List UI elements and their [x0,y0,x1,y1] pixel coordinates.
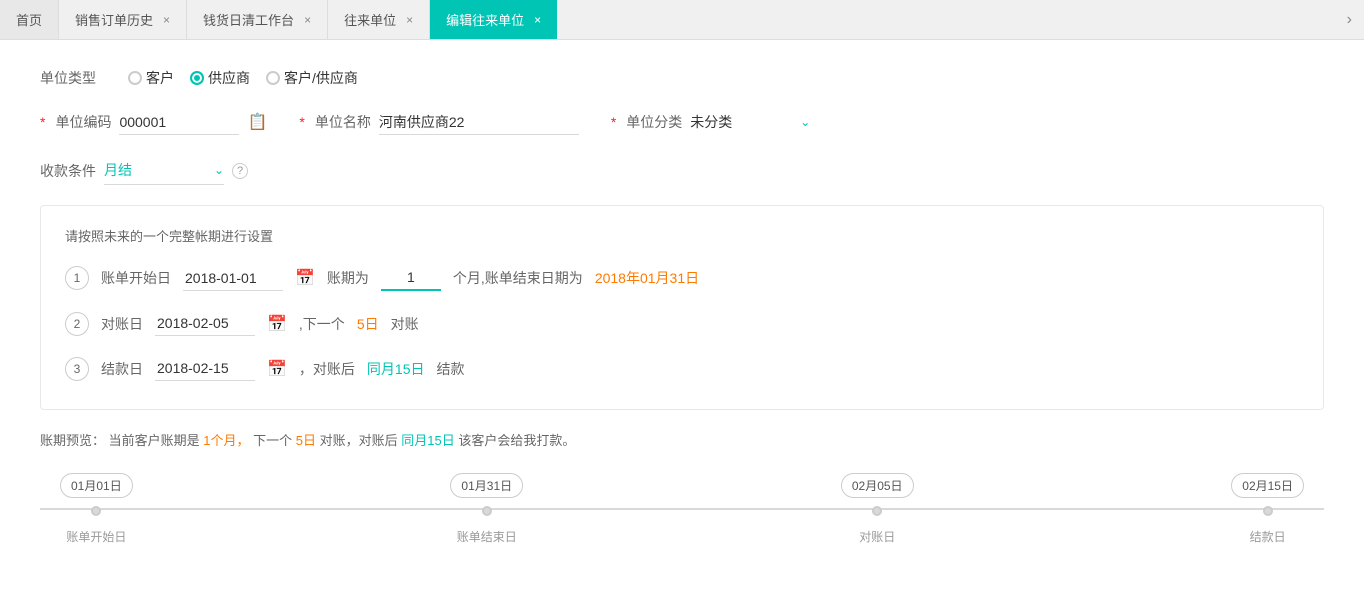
unit-code-input[interactable] [119,110,239,135]
tab-bar: 首页 销售订单历史 × 钱货日清工作台 × 往来单位 × 编辑往来单位 × › [0,0,1364,40]
timeline-badge-2: 01月31日 [450,473,523,498]
payment-terms-row: 收款条件 月结 ⌄ ? [40,156,1324,185]
timeline-node-1 [91,506,101,516]
payment-terms-arrow-icon: ⌄ [214,163,224,177]
timeline-label-2: 账单结束日 [457,528,517,545]
tab-cash-work-close[interactable]: × [304,13,311,27]
period-desc-suffix-1: 个月,账单结束日期为 [453,268,583,288]
timeline-badge-3: 02月05日 [841,473,914,498]
tab-expand-icon[interactable]: › [1335,0,1364,39]
unit-category-label: 单位分类 [626,112,682,132]
radio-customer[interactable]: 客户 [128,68,174,88]
period-start-calendar-icon[interactable]: 📅 [295,268,315,288]
radio-supplier-circle [190,71,204,85]
timeline-node-2 [482,506,492,516]
tab-partner[interactable]: 往来单位 × [328,0,430,39]
period-num-1: 1 [65,266,89,290]
timeline-points: 01月01日 账单开始日 01月31日 账单结束日 02月05日 对账日 [60,473,1304,545]
timeline: 01月01日 账单开始日 01月31日 账单结束日 02月05日 对账日 [40,473,1324,545]
period-end-date: 2018年01月31日 [595,268,699,288]
timeline-label-1: 账单开始日 [66,528,126,545]
period-label-1: 账单开始日 [101,268,171,288]
timeline-node-4 [1263,506,1273,516]
unit-type-radio-group: 客户 供应商 客户/供应商 [128,68,358,88]
period-reconcile-calendar-icon[interactable]: 📅 [267,314,287,334]
payment-terms-dropdown[interactable]: 月结 ⌄ [104,156,224,185]
tab-edit-partner[interactable]: 编辑往来单位 × [430,0,557,39]
unit-name-field: * 单位名称 [299,110,578,135]
preview-text-mid2: 对账，对账后 [320,433,398,448]
preview-part3: 同月15日 [401,433,454,448]
payment-terms-help-icon[interactable]: ? [232,163,248,179]
unit-category-arrow-icon: ⌄ [800,115,810,129]
preview-part1: 1个月， [203,433,249,448]
preview-text-prefix: 当前客户账期是 [109,433,200,448]
period-month-input[interactable] [381,265,441,291]
radio-supplier[interactable]: 供应商 [190,68,250,88]
unit-category-field: * 单位分类 未分类 ⌄ [611,108,810,136]
timeline-label-4: 结款日 [1250,528,1286,545]
preview-text-suffix: 该客户会给我打款。 [458,433,575,448]
period-hint: 请按照未来的一个完整帐期进行设置 [65,226,1299,245]
tab-partner-close[interactable]: × [406,13,413,27]
period-payment-highlight: 同月15日 [367,359,425,379]
unit-category-star: * [611,114,616,130]
unit-code-star: * [40,114,45,130]
unit-category-dropdown[interactable]: 未分类 ⌄ [690,108,810,136]
unit-name-label: 单位名称 [315,112,371,132]
period-start-date-input[interactable] [183,266,283,291]
payment-terms-value: 月结 [104,160,210,180]
period-reconcile-date-input[interactable] [155,311,255,336]
unit-type-field: 单位类型 [40,68,96,88]
period-desc-prefix-3: ，对账后 [299,359,355,379]
timeline-point-3: 02月05日 对账日 [841,473,914,545]
period-label-2: 对账日 [101,314,143,334]
period-desc-prefix-2: ,下一个 [299,314,345,334]
tab-sales-history[interactable]: 销售订单历史 × [59,0,187,39]
period-label-3: 结款日 [101,359,143,379]
unit-type-row: 单位类型 客户 供应商 客户/供应商 [40,68,1324,88]
radio-both-circle [266,71,280,85]
unit-name-input[interactable] [379,110,579,135]
unit-code-field: * 单位编码 📋 [40,110,267,135]
period-row-3: 3 结款日 📅 ，对账后 同月15日 结款 [65,356,1299,381]
timeline-point-4: 02月15日 结款日 [1231,473,1304,545]
main-content: 单位类型 客户 供应商 客户/供应商 * 单位编码 📋 * [0,40,1364,608]
unit-name-star: * [299,114,304,130]
preview-part2: 5日 [296,433,316,448]
period-payment-calendar-icon[interactable]: 📅 [267,359,287,379]
period-reconcile-highlight: 5日 [357,314,379,334]
payment-terms-field: 收款条件 月结 ⌄ ? [40,156,248,185]
unit-code-copy-icon[interactable]: 📋 [247,112,267,132]
period-desc-suffix-2: 对账 [391,314,419,334]
period-desc-prefix-1: 账期为 [327,268,369,288]
timeline-badge-1: 01月01日 [60,473,133,498]
payment-terms-label: 收款条件 [40,161,96,181]
period-num-3: 3 [65,357,89,381]
tab-sales-history-close[interactable]: × [163,13,170,27]
unit-info-row: * 单位编码 📋 * 单位名称 * 单位分类 未分类 ⌄ [40,108,1324,136]
tab-cash-work[interactable]: 钱货日清工作台 × [187,0,328,39]
period-num-2: 2 [65,312,89,336]
period-row-2: 2 对账日 📅 ,下一个 5日 对账 [65,311,1299,336]
unit-category-value: 未分类 [690,112,796,132]
radio-both[interactable]: 客户/供应商 [266,68,358,88]
period-payment-date-input[interactable] [155,356,255,381]
unit-type-label: 单位类型 [40,68,96,88]
radio-customer-circle [128,71,142,85]
preview-section: 账期预览： 当前客户账期是 1个月， 下一个 5日 对账，对账后 同月15日 该… [40,430,1324,449]
period-row-1: 1 账单开始日 📅 账期为 个月,账单结束日期为 2018年01月31日 [65,265,1299,291]
unit-code-label: 单位编码 [55,112,111,132]
preview-text-mid1: 下一个 [253,433,292,448]
timeline-label-3: 对账日 [859,528,895,545]
period-desc-suffix-3: 结款 [437,359,465,379]
timeline-point-2: 01月31日 账单结束日 [450,473,523,545]
preview-label: 账期预览： [40,433,105,448]
tab-edit-partner-close[interactable]: × [534,13,541,27]
tab-home[interactable]: 首页 [0,0,59,39]
timeline-point-1: 01月01日 账单开始日 [60,473,133,545]
period-settings-box: 请按照未来的一个完整帐期进行设置 1 账单开始日 📅 账期为 个月,账单结束日期… [40,205,1324,410]
timeline-badge-4: 02月15日 [1231,473,1304,498]
timeline-node-3 [872,506,882,516]
